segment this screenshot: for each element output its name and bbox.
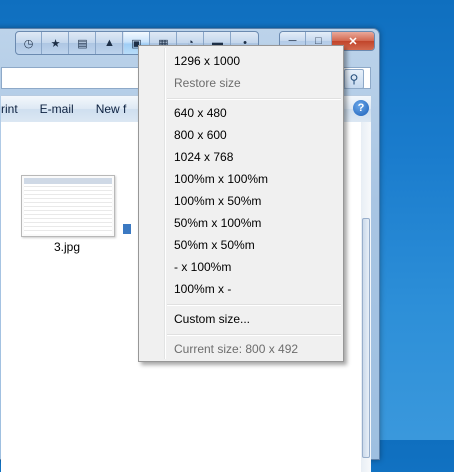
menu-item-100m-50m[interactable]: 100%m x 50%m	[141, 190, 341, 212]
selection-marker	[123, 224, 131, 234]
menu-item-800x600[interactable]: 800 x 600	[141, 124, 341, 146]
thumbnail-titlebar	[24, 178, 112, 184]
star-icon[interactable]: ★	[43, 32, 69, 54]
menu-item-restore-size: Restore size	[174, 76, 241, 90]
help-icon[interactable]: ?	[353, 100, 369, 116]
menu-item-status-current-size: Current size: 800 x 492	[174, 342, 299, 356]
menu-separator	[167, 304, 341, 306]
menu-item-custom-size[interactable]: Custom size...	[141, 308, 341, 330]
resize-menu: 1296 x 1000 Restore size 640 x 480 800 x…	[138, 45, 344, 362]
email-command[interactable]: E-mail	[40, 102, 74, 116]
menu-item-640x480[interactable]: 640 x 480	[141, 102, 341, 124]
menu-item-100m-100m[interactable]: 100%m x 100%m	[141, 168, 341, 190]
menu-item-auto-100m[interactable]: - x 100%m	[141, 256, 341, 278]
menu-item-100m-auto[interactable]: 100%m x -	[141, 278, 341, 300]
options-icon[interactable]: ▤	[70, 32, 96, 54]
new-folder-command[interactable]: New f	[96, 102, 127, 116]
thumbnail-image	[24, 178, 112, 234]
menu-item-50m-100m[interactable]: 50%m x 100%m	[141, 212, 341, 234]
file-thumbnail[interactable]	[21, 175, 115, 237]
menu-item-current-size[interactable]: 1296 x 1000	[141, 50, 341, 72]
vertical-scrollbar[interactable]	[361, 122, 371, 472]
search-icon[interactable]: ⚲	[344, 69, 364, 89]
menu-item-50m-50m[interactable]: 50%m x 50%m	[141, 234, 341, 256]
menu-item-1024x768[interactable]: 1024 x 768	[141, 146, 341, 168]
pin-icon[interactable]: ▲	[97, 32, 123, 54]
menu-separator	[167, 334, 341, 336]
menu-separator	[167, 98, 341, 100]
file-name-label[interactable]: 3.jpg	[21, 240, 113, 254]
print-command[interactable]: rint	[1, 102, 18, 116]
clock-icon[interactable]: ◷	[16, 32, 42, 54]
scrollbar-thumb[interactable]	[362, 218, 370, 458]
